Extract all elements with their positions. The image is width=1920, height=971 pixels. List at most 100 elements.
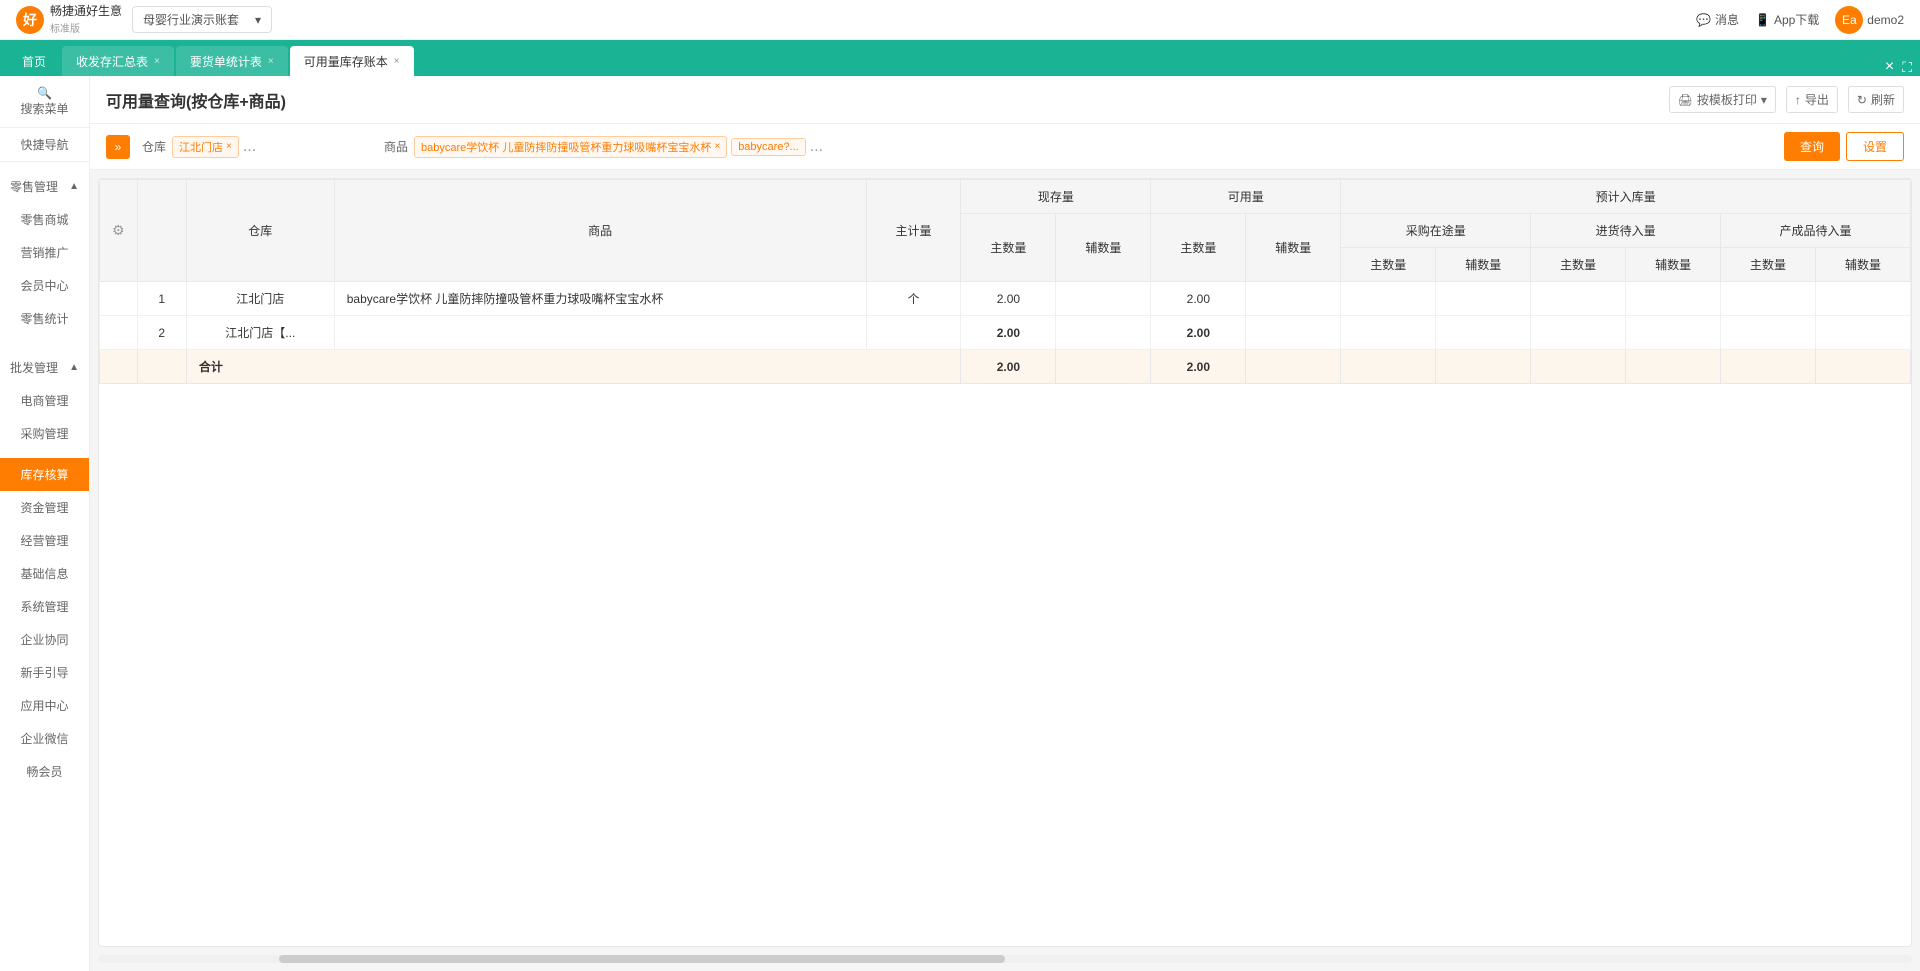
tf-avail-main: 2.00 xyxy=(1151,350,1246,384)
sidebar-item-inventory[interactable]: 库存核算 xyxy=(0,458,89,491)
td-settings xyxy=(100,282,138,316)
tf-stock-main: 2.00 xyxy=(961,350,1056,384)
sidebar-item-finance[interactable]: 资金管理 xyxy=(0,491,89,524)
message-label: 消息 xyxy=(1715,11,1739,28)
table-row: 2 江北门店【... 2.00 2.00 xyxy=(100,316,1911,350)
product-filter: 商品 babycare学饮杯 儿童防摔防撞吸管杯重力球吸嘴杯宝宝水杯 × bab… xyxy=(384,136,823,158)
warehouse-filter: 仓库 江北门店 × ... xyxy=(142,136,372,158)
logo-icon: 好 xyxy=(16,6,44,34)
sidebar-quick-nav[interactable]: 快捷导航 xyxy=(0,128,89,162)
sidebar: 🔍 搜索菜单 快捷导航 零售管理 ▲ 零售商城 营销推广 会员中心 零售统计 xyxy=(0,76,90,971)
sidebar-item-ecommerce[interactable]: 电商管理 xyxy=(0,384,89,417)
sidebar-item-member[interactable]: 畅会员 xyxy=(0,755,89,788)
td-unit xyxy=(866,316,961,350)
data-table: ⚙ 仓库 商品 主计量 现存量 可用量 预计入库量 主数量 辅数量 主数量 xyxy=(99,179,1911,384)
sidebar-purchase-label: 采购管理 xyxy=(20,425,68,442)
sidebar-item-retail-mall[interactable]: 零售商城 xyxy=(0,203,89,236)
scrollbar-thumb[interactable] xyxy=(279,955,1005,963)
th-production-main: 主数量 xyxy=(1721,248,1816,282)
sidebar-retail-label: 零售管理 xyxy=(10,178,58,195)
sidebar-enterprise-label: 企业协同 xyxy=(20,631,68,648)
message-btn[interactable]: 💬 消息 xyxy=(1696,11,1739,28)
td-index: 1 xyxy=(137,282,186,316)
warehouse-tag-jiangbei: 江北门店 × xyxy=(172,136,239,158)
sidebar-wecom-label: 企业微信 xyxy=(20,730,68,747)
tab-home[interactable]: 首页 xyxy=(8,46,60,76)
sidebar-item-basic-info[interactable]: 基础信息 xyxy=(0,557,89,590)
user-area[interactable]: Ea demo2 xyxy=(1835,6,1904,34)
td-avail-aux xyxy=(1246,316,1341,350)
th-product: 商品 xyxy=(334,180,866,282)
tab-available-stock-close[interactable]: × xyxy=(394,56,400,67)
td-warehouse: 江北门店【... xyxy=(186,316,334,350)
nav-tabs: 首页 收发存汇总表 × 要货单统计表 × 可用量库存账本 × × ⛶ xyxy=(0,40,1920,76)
gear-icon[interactable]: ⚙ xyxy=(112,222,125,238)
th-planned-in-group: 预计入库量 xyxy=(1341,180,1911,214)
export-btn[interactable]: ↑ 导出 xyxy=(1786,86,1838,113)
sidebar-retail-header[interactable]: 零售管理 ▲ xyxy=(0,170,89,203)
sidebar-wholesale-header[interactable]: 批发管理 ▲ xyxy=(0,351,89,384)
tab-receive-summary-label: 收发存汇总表 xyxy=(76,53,148,70)
sidebar-finance-label: 资金管理 xyxy=(20,499,68,516)
td-stock-aux xyxy=(1056,316,1151,350)
sidebar-item-member-center[interactable]: 会员中心 xyxy=(0,269,89,302)
sidebar-item-wecom[interactable]: 企业微信 xyxy=(0,722,89,755)
td-index: 2 xyxy=(137,316,186,350)
template-print-btn[interactable]: 🖨 按模板打印 ▾ xyxy=(1669,86,1776,113)
th-main-unit: 主计量 xyxy=(866,180,961,282)
query-btn[interactable]: 查询 xyxy=(1784,132,1840,161)
product-more-btn[interactable]: ... xyxy=(810,138,823,156)
page-actions: 🖨 按模板打印 ▾ ↑ 导出 ↻ 刷新 xyxy=(1669,86,1904,113)
industry-select[interactable]: 母婴行业演示账套 ▾ xyxy=(132,6,272,33)
refresh-icon: ↻ xyxy=(1857,93,1867,107)
sidebar-retail-arrow: ▲ xyxy=(69,181,79,192)
sidebar-item-retail-stats[interactable]: 零售统计 xyxy=(0,302,89,335)
sidebar-wholesale-arrow: ▲ xyxy=(69,362,79,373)
sidebar-item-app-center[interactable]: 应用中心 xyxy=(0,689,89,722)
td-purchase-aux xyxy=(1436,282,1531,316)
tab-available-stock[interactable]: 可用量库存账本 × xyxy=(290,46,414,76)
close-all-icon[interactable]: × xyxy=(1885,58,1894,76)
tab-receive-summary[interactable]: 收发存汇总表 × xyxy=(62,46,174,76)
product-tag-remove[interactable]: × xyxy=(714,141,720,152)
sidebar-search-btn[interactable]: 🔍 搜索菜单 xyxy=(0,76,89,128)
horizontal-scrollbar[interactable] xyxy=(98,955,1912,963)
sidebar-member-center-label: 会员中心 xyxy=(20,277,68,294)
expand-icon[interactable]: ⛶ xyxy=(1902,59,1912,76)
product-tag-label: babycare学饮杯 儿童防摔防撞吸管杯重力球吸嘴杯宝宝水杯 xyxy=(421,139,711,155)
main-layout: 🔍 搜索菜单 快捷导航 零售管理 ▲ 零售商城 营销推广 会员中心 零售统计 xyxy=(0,76,1920,971)
print-icon: 🖨 xyxy=(1678,93,1693,107)
tab-order-stats-close[interactable]: × xyxy=(268,56,274,67)
table-row: 1 江北门店 babycare学饮杯 儿童防摔防撞吸管杯重力球吸嘴杯宝宝水杯 个… xyxy=(100,282,1911,316)
tf-index xyxy=(137,350,186,384)
sidebar-system-label: 系统管理 xyxy=(20,598,68,615)
warehouse-tag-remove[interactable]: × xyxy=(226,141,232,152)
content-area: 可用量查询(按仓库+商品) 🖨 按模板打印 ▾ ↑ 导出 ↻ 刷新 xyxy=(90,76,1920,971)
sidebar-item-operations[interactable]: 经营管理 xyxy=(0,524,89,557)
sidebar-item-guide[interactable]: 新手引导 xyxy=(0,656,89,689)
logo-sub: 标准版 xyxy=(50,20,122,35)
td-incoming-main xyxy=(1531,282,1626,316)
warehouse-more-btn[interactable]: ... xyxy=(243,138,256,156)
app-download-btn[interactable]: 📱 App下载 xyxy=(1755,11,1819,28)
warehouse-tags: 江北门店 × ... xyxy=(172,136,372,158)
sidebar-item-purchase[interactable]: 采购管理 xyxy=(0,417,89,450)
settings-btn[interactable]: 设置 xyxy=(1846,132,1904,161)
tf-incoming-main xyxy=(1531,350,1626,384)
filter-toggle-btn[interactable]: » xyxy=(106,135,130,159)
sidebar-item-system[interactable]: 系统管理 xyxy=(0,590,89,623)
product-tag-babycare: babycare学饮杯 儿童防摔防撞吸管杯重力球吸嘴杯宝宝水杯 × xyxy=(414,136,727,158)
page-header: 可用量查询(按仓库+商品) 🖨 按模板打印 ▾ ↑ 导出 ↻ 刷新 xyxy=(90,76,1920,124)
td-product: babycare学饮杯 儿童防摔防撞吸管杯重力球吸嘴杯宝宝水杯 xyxy=(334,282,866,316)
refresh-btn[interactable]: ↻ 刷新 xyxy=(1848,86,1904,113)
tab-order-stats[interactable]: 要货单统计表 × xyxy=(176,46,288,76)
tab-receive-summary-close[interactable]: × xyxy=(154,56,160,67)
sidebar-item-enterprise[interactable]: 企业协同 xyxy=(0,623,89,656)
th-warehouse: 仓库 xyxy=(186,180,334,282)
user-name: demo2 xyxy=(1867,13,1904,27)
sidebar-inventory-label: 库存核算 xyxy=(20,466,68,483)
app-icon: 📱 xyxy=(1755,13,1770,27)
td-unit: 个 xyxy=(866,282,961,316)
sidebar-item-marketing[interactable]: 营销推广 xyxy=(0,236,89,269)
sidebar-section-wholesale: 批发管理 ▲ 电商管理 采购管理 xyxy=(0,343,89,458)
